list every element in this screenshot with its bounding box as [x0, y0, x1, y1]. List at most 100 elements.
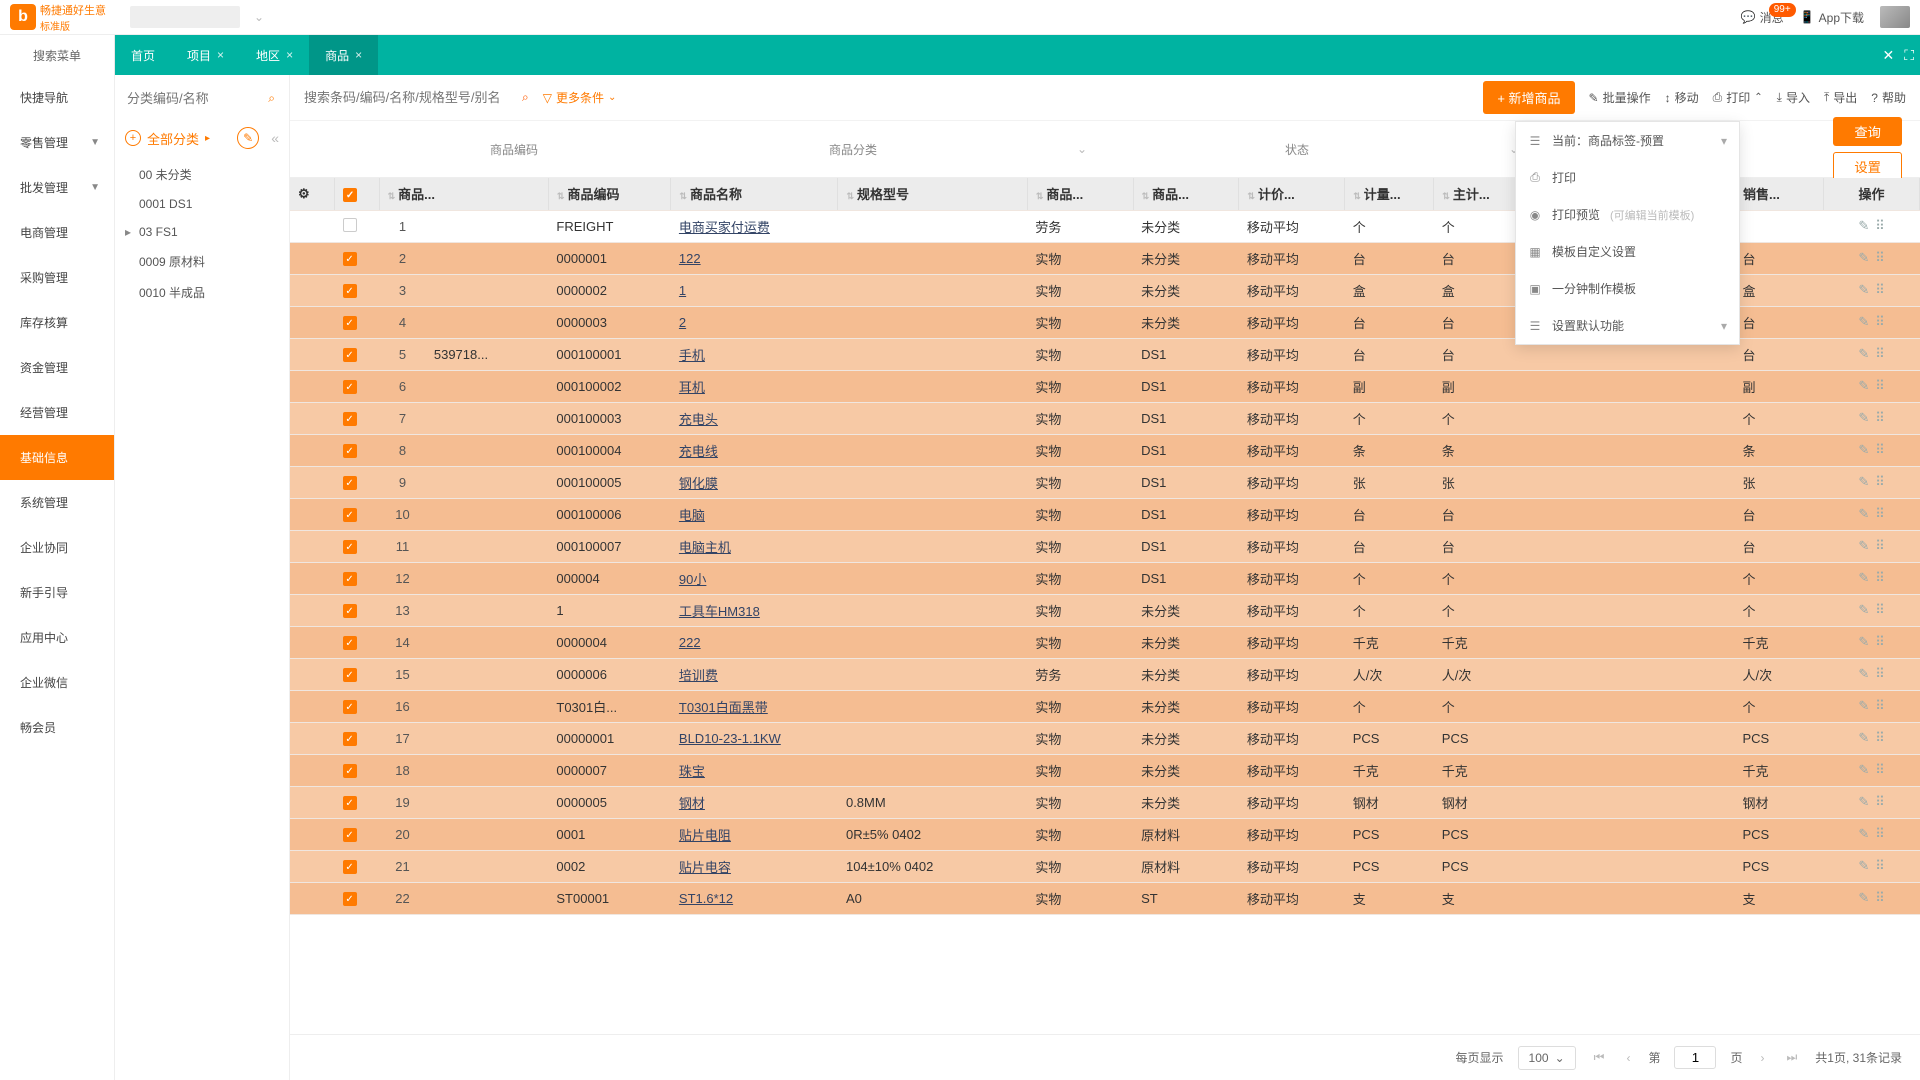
row-checkbox[interactable]: ✓	[343, 604, 357, 618]
messages-link[interactable]: 💬 消息 99+	[1741, 9, 1784, 26]
col-saleunit[interactable]: 销售...	[1735, 178, 1824, 210]
sidenav-item[interactable]: 零售管理▼	[0, 120, 114, 165]
page-next[interactable]: ›	[1756, 1051, 1768, 1065]
tree-search-input[interactable]	[127, 91, 277, 106]
edit-icon[interactable]: ✎	[1858, 250, 1869, 265]
product-link[interactable]: 珠宝	[679, 764, 705, 779]
col-spec[interactable]: ⇅规格型号	[838, 178, 1027, 210]
tab-首页[interactable]: 首页	[115, 35, 171, 75]
col-price[interactable]: ⇅计价...	[1239, 178, 1345, 210]
close-icon[interactable]: ×	[355, 48, 362, 62]
row-checkbox[interactable]: ✓	[343, 636, 357, 650]
edit-icon[interactable]: ✎	[1858, 698, 1869, 713]
sidenav-item[interactable]: 基础信息	[0, 435, 114, 480]
import-link[interactable]: ⤓导入	[1777, 89, 1810, 106]
add-product-button[interactable]: + 新增商品	[1483, 81, 1574, 114]
row-checkbox[interactable]: ✓	[343, 700, 357, 714]
row-checkbox[interactable]: ✓	[343, 284, 357, 298]
avatar[interactable]	[1880, 6, 1910, 28]
row-checkbox[interactable]: ✓	[343, 380, 357, 394]
tab-地区[interactable]: 地区×	[240, 35, 309, 75]
chevron-down-icon[interactable]: ⌄	[254, 10, 264, 24]
edit-icon[interactable]: ✎	[1858, 730, 1869, 745]
edit-icon[interactable]: ✎	[1858, 442, 1869, 457]
table-row[interactable]: ✓150000006培训费劳务未分类移动平均人/次人/次人/次✎⠿	[290, 658, 1920, 690]
search-icon[interactable]: ⌕	[268, 91, 275, 106]
table-row[interactable]: ✓140000004222实物未分类移动平均千克千克千克✎⠿	[290, 626, 1920, 658]
col-cat[interactable]: ⇅商品...	[1133, 178, 1239, 210]
more-icon[interactable]: ⠿	[1875, 250, 1885, 265]
sidenav-item[interactable]: 新手引导	[0, 570, 114, 615]
product-link[interactable]: ST1.6*12	[679, 891, 733, 906]
product-link[interactable]: 培训费	[679, 668, 718, 683]
print-default-fn[interactable]: ☰设置默认功能▾	[1516, 307, 1739, 344]
table-row[interactable]: ✓1200000490小实物DS1移动平均个个个✎⠿	[290, 562, 1920, 594]
row-checkbox[interactable]: ✓	[343, 316, 357, 330]
sidenav-item[interactable]: 企业微信	[0, 660, 114, 705]
product-link[interactable]: 工具车HM318	[679, 604, 760, 619]
app-download-link[interactable]: 📱 App下载	[1800, 9, 1864, 26]
row-checkbox[interactable]: ✓	[343, 444, 357, 458]
col-code[interactable]: ⇅商品编码	[548, 178, 671, 210]
table-row[interactable]: ✓131工具车HM318实物未分类移动平均个个个✎⠿	[290, 594, 1920, 626]
table-row[interactable]: ✓200001贴片电阻0R±5% 0402实物原材料移动平均PCSPCSPCS✎…	[290, 818, 1920, 850]
more-icon[interactable]: ⠿	[1875, 794, 1885, 809]
table-row[interactable]: ✓6000100002耳机实物DS1移动平均副副副✎⠿	[290, 370, 1920, 402]
edit-icon[interactable]: ✎	[1858, 762, 1869, 777]
product-link[interactable]: 222	[679, 635, 701, 650]
product-link[interactable]: T0301白面黑带	[679, 700, 768, 715]
table-row[interactable]: ✓11000100007电脑主机实物DS1移动平均台台台✎⠿	[290, 530, 1920, 562]
edit-icon[interactable]: ✎	[1858, 890, 1869, 905]
more-icon[interactable]: ⠿	[1875, 378, 1885, 393]
table-row[interactable]: ✓7000100003充电头实物DS1移动平均个个个✎⠿	[290, 402, 1920, 434]
edit-icon[interactable]: ✎	[1858, 538, 1869, 553]
more-icon[interactable]: ⠿	[1875, 282, 1885, 297]
sidenav-item[interactable]: 应用中心	[0, 615, 114, 660]
product-link[interactable]: 钢化膜	[679, 476, 718, 491]
print-template-custom[interactable]: ▦模板自定义设置	[1516, 233, 1739, 270]
row-checkbox[interactable]: ✓	[343, 540, 357, 554]
col-name[interactable]: ⇅商品名称	[671, 178, 838, 210]
page-prev[interactable]: ‹	[1622, 1051, 1634, 1065]
edit-icon[interactable]: ✎	[1858, 826, 1869, 841]
table-row[interactable]: ✓1700000001BLD10-23-1.1KW实物未分类移动平均PCSPCS…	[290, 722, 1920, 754]
tree-item[interactable]: 0010 半成品	[115, 277, 289, 308]
page-last[interactable]: ⏭	[1782, 1050, 1801, 1065]
edit-icon[interactable]: ✎	[1858, 858, 1869, 873]
row-checkbox[interactable]: ✓	[343, 668, 357, 682]
product-link[interactable]: 电脑	[679, 508, 705, 523]
col-gear[interactable]: ⚙	[290, 178, 335, 210]
product-link[interactable]: 钢材	[679, 796, 705, 811]
print-dropdown-trigger[interactable]: ⎙打印⌃	[1713, 89, 1763, 106]
sidenav-item[interactable]: 资金管理	[0, 345, 114, 390]
more-icon[interactable]: ⠿	[1875, 602, 1885, 617]
tree-item[interactable]: 03 FS1	[115, 218, 289, 246]
more-icon[interactable]: ⠿	[1875, 698, 1885, 713]
more-icon[interactable]: ⠿	[1875, 858, 1885, 873]
row-checkbox[interactable]: ✓	[343, 252, 357, 266]
product-link[interactable]: 90小	[679, 572, 706, 587]
more-icon[interactable]: ⠿	[1875, 474, 1885, 489]
tree-item[interactable]: 00 未分类	[115, 159, 289, 190]
more-icon[interactable]: ⠿	[1875, 218, 1885, 233]
table-row[interactable]: ✓10000100006电脑实物DS1移动平均台台台✎⠿	[290, 498, 1920, 530]
print-action[interactable]: ⎙打印	[1516, 159, 1739, 196]
row-checkbox[interactable]: ✓	[343, 764, 357, 778]
table-row[interactable]: ✓190000005钢材0.8MM实物未分类移动平均钢材钢材钢材✎⠿	[290, 786, 1920, 818]
tab-close-all-icon[interactable]: ✕	[1882, 47, 1894, 64]
table-row[interactable]: ✓9000100005钢化膜实物DS1移动平均张张张✎⠿	[290, 466, 1920, 498]
tree-item[interactable]: 0001 DS1	[115, 190, 289, 218]
edit-icon[interactable]: ✎	[1858, 346, 1869, 361]
sidenav-item[interactable]: 经营管理	[0, 390, 114, 435]
edit-icon[interactable]: ✎	[1858, 218, 1869, 233]
more-icon[interactable]: ⠿	[1875, 538, 1885, 553]
search-icon[interactable]: ⌕	[522, 90, 529, 105]
row-checkbox[interactable]	[343, 218, 357, 232]
product-link[interactable]: 1	[679, 283, 686, 298]
more-icon[interactable]: ⠿	[1875, 666, 1885, 681]
tab-项目[interactable]: 项目×	[171, 35, 240, 75]
edit-icon[interactable]: ✎	[1858, 634, 1869, 649]
col-barcode[interactable]: ⇅商品...	[379, 178, 548, 210]
tree-add-icon[interactable]: +	[125, 130, 141, 146]
edit-icon[interactable]: ✎	[1858, 666, 1869, 681]
